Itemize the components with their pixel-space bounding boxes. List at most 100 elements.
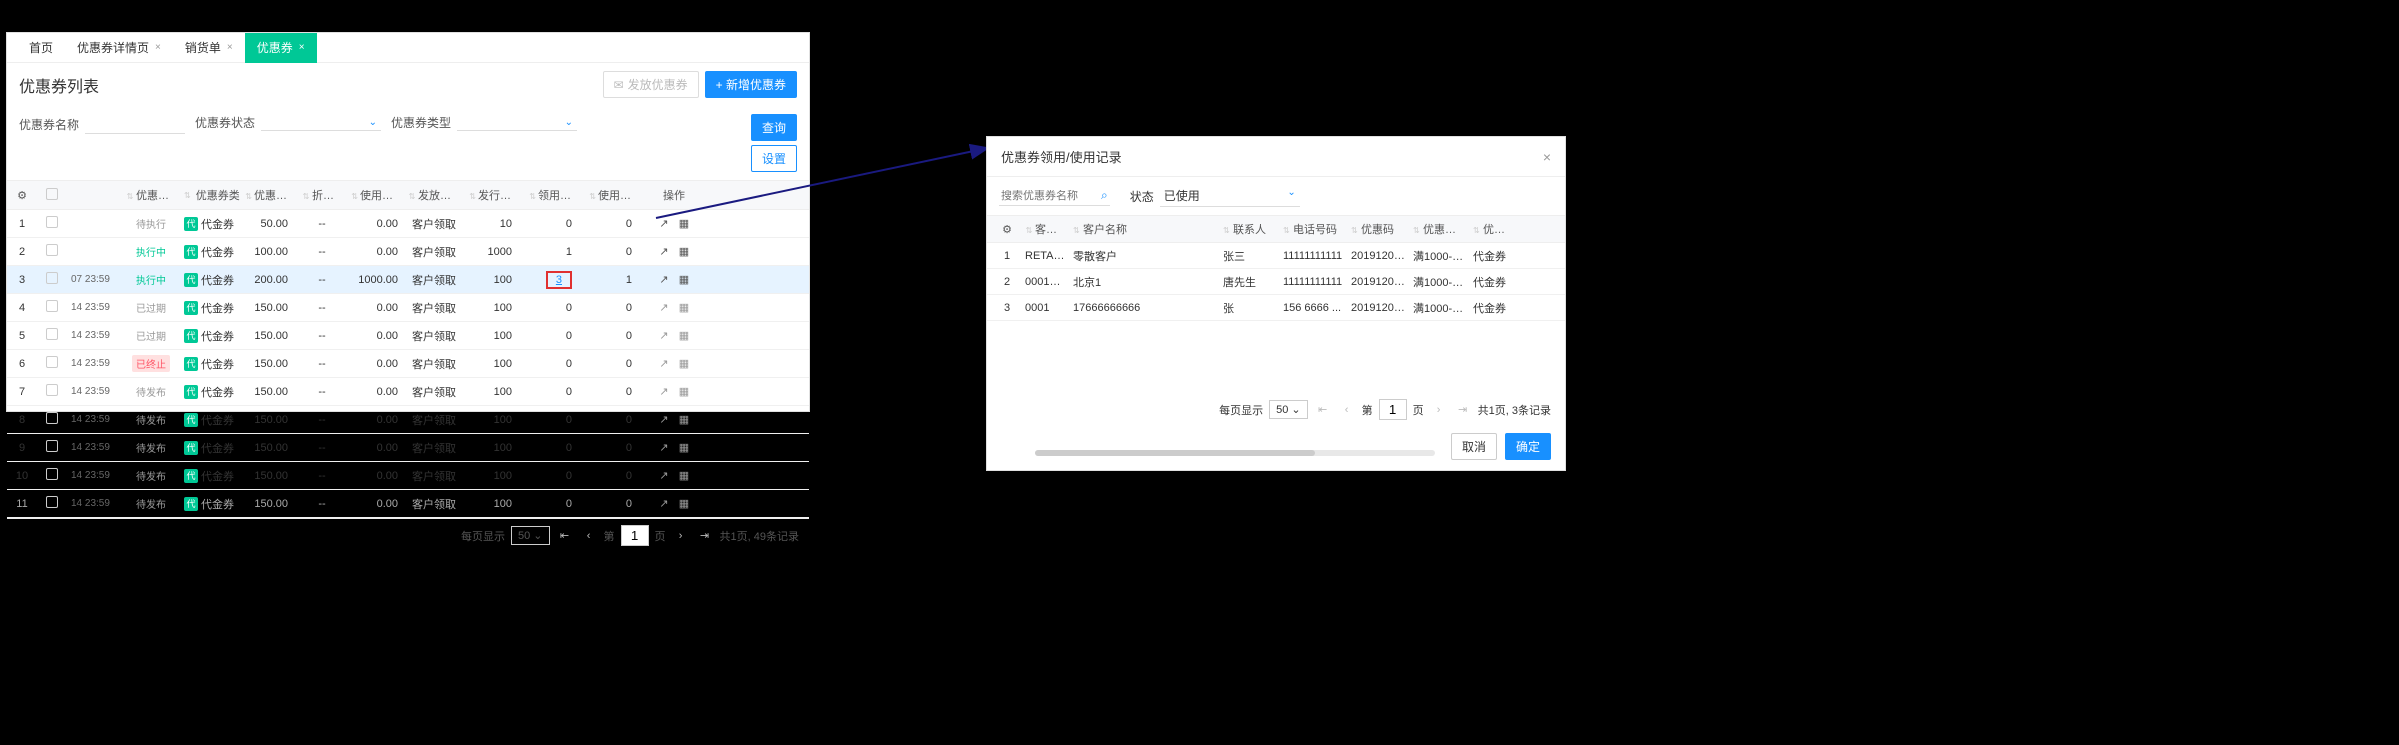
issue-coupon-button[interactable]: ✉发放优惠券 <box>603 71 699 98</box>
checkbox[interactable] <box>46 496 58 508</box>
customer-code-column[interactable]: ⇅客户... <box>1021 221 1069 237</box>
qr-icon[interactable]: ▦ <box>677 301 691 315</box>
coupon-type-column[interactable]: ⇅优惠券类... <box>1469 221 1515 237</box>
discount-column[interactable]: ⇅折扣% <box>298 187 346 203</box>
checkbox[interactable] <box>46 468 58 480</box>
table-row[interactable]: 6 14 23:59 已终止 代代金券 150.00 -- 0.00 客户领取 … <box>7 350 809 378</box>
share-icon[interactable]: ↗ <box>657 273 671 287</box>
first-page-button[interactable]: ⇤ <box>1314 401 1332 419</box>
row-checkbox[interactable] <box>37 244 67 259</box>
checkbox-column[interactable] <box>37 188 67 203</box>
table-row[interactable]: 3 07 23:59 执行中 代代金券 200.00 -- 1000.00 客户… <box>7 266 809 294</box>
qr-icon[interactable]: ▦ <box>677 385 691 399</box>
status-column[interactable]: ⇅优惠券状态 <box>122 187 180 203</box>
qr-icon[interactable]: ▦ <box>677 497 691 511</box>
share-icon[interactable]: ↗ <box>657 385 671 399</box>
confirm-button[interactable]: 确定 <box>1505 433 1551 460</box>
share-icon[interactable]: ↗ <box>657 245 671 259</box>
table-row[interactable]: 4 14 23:59 已过期 代代金券 150.00 -- 0.00 客户领取 … <box>7 294 809 322</box>
page-input[interactable] <box>1379 399 1407 420</box>
row-checkbox[interactable] <box>37 468 67 483</box>
qr-icon[interactable]: ▦ <box>677 441 691 455</box>
face-column[interactable]: ⇅优惠券面值 <box>240 187 298 203</box>
table-row[interactable]: 9 14 23:59 待发布 代代金券 150.00 -- 0.00 客户领取 … <box>7 434 809 462</box>
checkbox[interactable] <box>46 384 58 396</box>
checkbox[interactable] <box>46 244 58 256</box>
search-button[interactable]: 查询 <box>751 114 797 141</box>
share-icon[interactable]: ↗ <box>657 357 671 371</box>
gear-column[interactable]: ⚙ <box>993 223 1021 236</box>
collect-count-link[interactable]: 3 <box>546 271 572 289</box>
qr-icon[interactable]: ▦ <box>677 245 691 259</box>
issue-qty-column[interactable]: ⇅发行数量 <box>464 187 524 203</box>
share-icon[interactable]: ↗ <box>657 469 671 483</box>
cancel-button[interactable]: 取消 <box>1451 433 1497 460</box>
checkbox[interactable] <box>46 272 58 284</box>
row-checkbox[interactable] <box>37 384 67 399</box>
prev-page-button[interactable]: ‹ <box>580 527 598 545</box>
row-checkbox[interactable] <box>37 496 67 511</box>
tab-home[interactable]: 首页 <box>17 33 65 63</box>
share-icon[interactable]: ↗ <box>657 413 671 427</box>
type-column[interactable]: ⇅优惠券类型 <box>180 187 240 203</box>
checkbox[interactable] <box>46 300 58 312</box>
add-coupon-button[interactable]: + 新增优惠券 <box>705 71 797 98</box>
phone-column[interactable]: ⇅电话号码 <box>1279 221 1347 237</box>
table-row[interactable]: 11 14 23:59 待发布 代代金券 150.00 -- 0.00 客户领取… <box>7 490 809 518</box>
next-page-button[interactable]: › <box>672 527 690 545</box>
tab-sales[interactable]: 销货单× <box>173 33 245 63</box>
qr-icon[interactable]: ▦ <box>677 357 691 371</box>
table-row[interactable]: 1 待执行 代代金券 50.00 -- 0.00 客户领取 10 0 0 ↗ ▦ <box>7 210 809 238</box>
close-icon[interactable]: × <box>155 42 161 53</box>
gear-column[interactable]: ⚙ <box>7 189 37 202</box>
checkbox[interactable] <box>46 356 58 368</box>
qr-icon[interactable]: ▦ <box>677 273 691 287</box>
close-icon[interactable]: × <box>1543 149 1551 165</box>
share-icon[interactable]: ↗ <box>657 329 671 343</box>
prev-page-button[interactable]: ‹ <box>1338 401 1356 419</box>
tab-coupon[interactable]: 优惠券× <box>245 33 317 63</box>
tab-detail[interactable]: 优惠券详情页× <box>65 33 173 63</box>
close-icon[interactable]: × <box>299 42 305 53</box>
use-qty-column[interactable]: ⇅使用数量 <box>584 187 644 203</box>
row-checkbox[interactable] <box>37 216 67 231</box>
contact-column[interactable]: ⇅联系人 <box>1219 221 1279 237</box>
qr-icon[interactable]: ▦ <box>677 469 691 483</box>
last-page-button[interactable]: ⇥ <box>1454 401 1472 419</box>
checkbox[interactable] <box>46 440 58 452</box>
checkbox-all[interactable] <box>46 188 58 200</box>
next-page-button[interactable]: › <box>1430 401 1448 419</box>
qr-icon[interactable]: ▦ <box>677 329 691 343</box>
qr-icon[interactable]: ▦ <box>677 413 691 427</box>
share-icon[interactable]: ↗ <box>657 497 671 511</box>
row-checkbox[interactable] <box>37 412 67 427</box>
checkbox[interactable] <box>46 412 58 424</box>
row-checkbox[interactable] <box>37 356 67 371</box>
share-icon[interactable]: ↗ <box>657 217 671 231</box>
horizontal-scrollbar[interactable] <box>1035 450 1435 456</box>
row-checkbox[interactable] <box>37 328 67 343</box>
scrollbar-thumb[interactable] <box>1035 450 1315 456</box>
per-page-select[interactable]: 50 ⌄ <box>1269 400 1308 419</box>
table-row[interactable]: 2 执行中 代代金券 100.00 -- 0.00 客户领取 1000 1 0 … <box>7 238 809 266</box>
coupon-name-input[interactable] <box>85 114 185 134</box>
table-row[interactable]: 5 14 23:59 已过期 代代金券 150.00 -- 0.00 客户领取 … <box>7 322 809 350</box>
table-row[interactable]: 7 14 23:59 待发布 代代金券 150.00 -- 0.00 客户领取 … <box>7 378 809 406</box>
search-input[interactable] <box>1001 190 1101 202</box>
search-icon[interactable]: ⌕ <box>1101 188 1108 203</box>
modal-status-select[interactable]: 已使用 ⌄ <box>1160 185 1300 207</box>
qr-icon[interactable]: ▦ <box>677 217 691 231</box>
table-row[interactable]: 3 0001 17666666666 张 156 6666 ... 201912… <box>987 295 1565 321</box>
coupon-code-column[interactable]: ⇅优惠码 <box>1347 221 1409 237</box>
row-checkbox[interactable] <box>37 272 67 287</box>
customer-name-column[interactable]: ⇅客户名称 <box>1069 221 1219 237</box>
status-select[interactable]: ⌄ <box>261 115 381 131</box>
per-page-select[interactable]: 50 ⌄ <box>511 526 550 545</box>
row-checkbox[interactable] <box>37 300 67 315</box>
share-icon[interactable]: ↗ <box>657 441 671 455</box>
page-input[interactable] <box>621 525 649 546</box>
last-page-button[interactable]: ⇥ <box>696 527 714 545</box>
subject-column[interactable]: ⇅优惠主题 <box>1409 221 1469 237</box>
table-row[interactable]: 10 14 23:59 待发布 代代金券 150.00 -- 0.00 客户领取… <box>7 462 809 490</box>
checkbox[interactable] <box>46 328 58 340</box>
